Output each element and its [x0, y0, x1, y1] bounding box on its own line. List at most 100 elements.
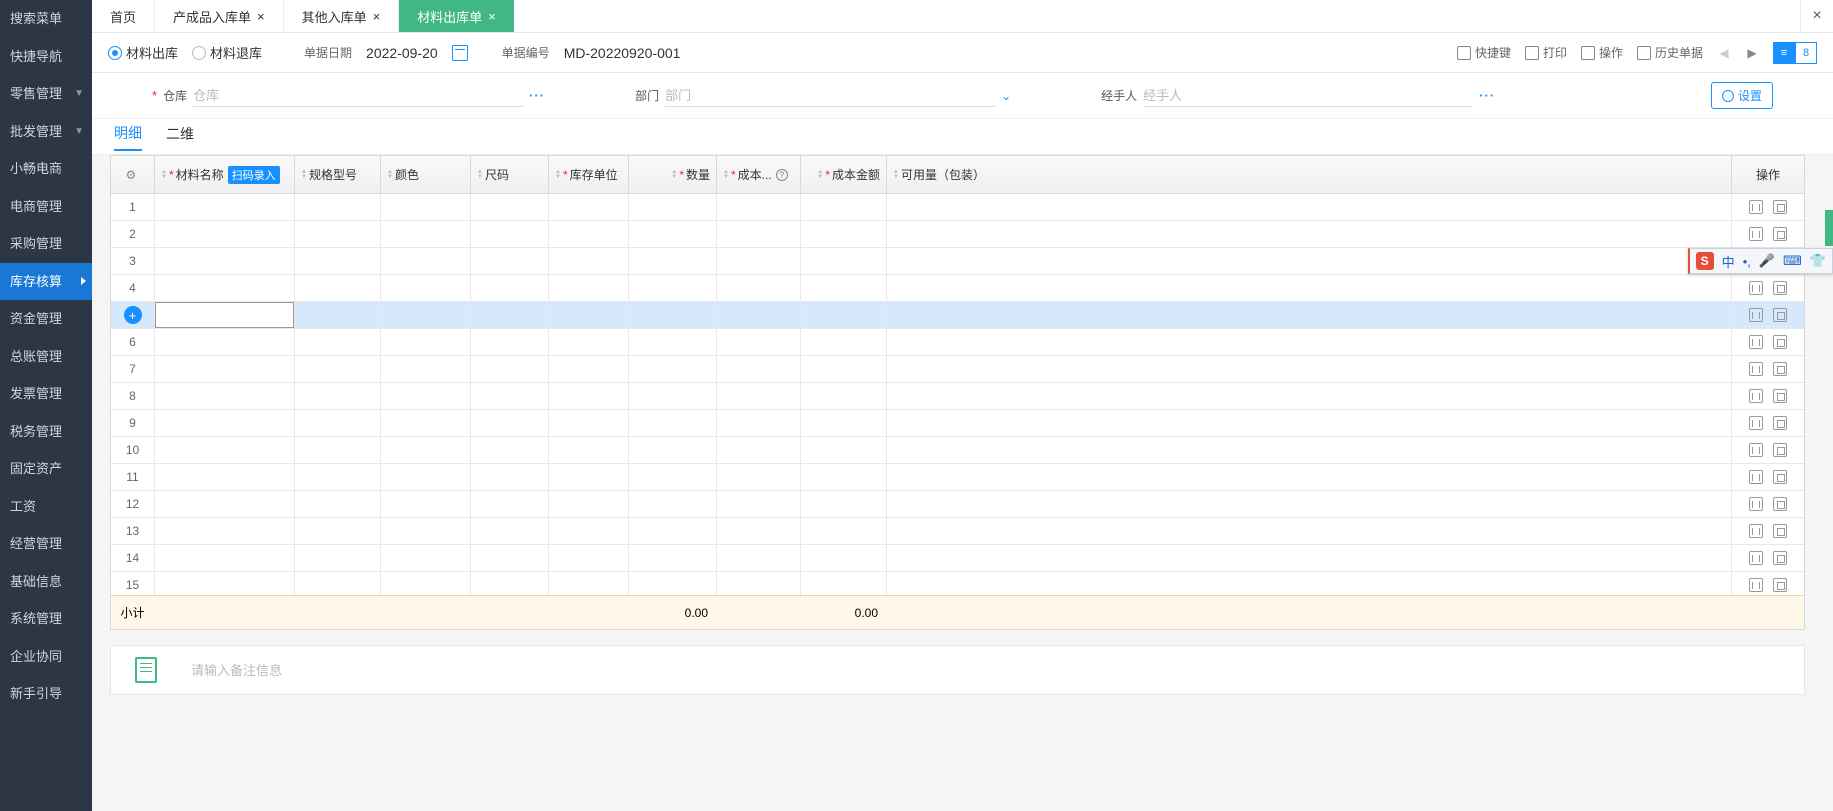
sidebar-item-12[interactable]: 固定资产 [0, 450, 92, 488]
prev-doc-icon[interactable]: ◀ [1717, 46, 1731, 60]
ime-lang[interactable]: 中 [1722, 252, 1735, 271]
sidebar-item-1[interactable]: 快捷导航 [0, 38, 92, 76]
ime-keyboard-icon[interactable]: ⌨ [1783, 253, 1802, 269]
col-available[interactable]: ▲▼可用量（包装） [887, 156, 1732, 193]
table-row[interactable]: 13 [111, 518, 1804, 545]
sidebar-item-7[interactable]: 库存核算 [0, 263, 92, 301]
col-size[interactable]: ▲▼尺码 [471, 156, 549, 193]
col-amount[interactable]: ▲▼*成本金额 [801, 156, 887, 193]
delete-row-icon[interactable] [1749, 497, 1763, 511]
dept-dropdown-icon[interactable]: ⌄ [1001, 89, 1011, 103]
delete-row-icon[interactable] [1749, 281, 1763, 295]
table-row[interactable]: 9 [111, 410, 1804, 437]
calendar-icon[interactable] [452, 45, 468, 61]
sidebar-item-6[interactable]: 采购管理 [0, 225, 92, 263]
table-row[interactable]: 12 [111, 491, 1804, 518]
table-row[interactable]: 11 [111, 464, 1804, 491]
view-count-badge[interactable]: 8 [1795, 42, 1817, 64]
copy-row-icon[interactable] [1773, 281, 1787, 295]
copy-row-icon[interactable] [1773, 524, 1787, 538]
sidebar-item-13[interactable]: 工资 [0, 488, 92, 526]
delete-row-icon[interactable] [1749, 578, 1763, 592]
add-row-icon[interactable] [124, 306, 142, 324]
table-row[interactable]: 6 [111, 329, 1804, 356]
sidebar-item-17[interactable]: 企业协同 [0, 638, 92, 676]
close-icon[interactable]: × [257, 9, 265, 24]
copy-row-icon[interactable] [1773, 551, 1787, 565]
delete-row-icon[interactable] [1749, 470, 1763, 484]
copy-row-icon[interactable] [1773, 443, 1787, 457]
delete-row-icon[interactable] [1749, 362, 1763, 376]
col-unit[interactable]: ▲▼*库存单位 [549, 156, 629, 193]
table-row[interactable]: 2 [111, 221, 1804, 248]
table-row[interactable]: 14 [111, 545, 1804, 572]
delete-row-icon[interactable] [1749, 416, 1763, 430]
table-row[interactable]: 7 [111, 356, 1804, 383]
table-row[interactable]: 3 [111, 248, 1804, 275]
table-row[interactable]: 1 [111, 194, 1804, 221]
copy-row-icon[interactable] [1773, 470, 1787, 484]
sidebar-item-15[interactable]: 基础信息 [0, 563, 92, 601]
radio-material-return[interactable]: 材料退库 [192, 43, 262, 62]
help-icon[interactable]: ? [776, 169, 788, 181]
sidebar-item-11[interactable]: 税务管理 [0, 413, 92, 451]
print-button[interactable]: 打印 [1525, 44, 1567, 61]
sidebar-item-4[interactable]: 小畅电商 [0, 150, 92, 188]
copy-row-icon[interactable] [1773, 200, 1787, 214]
sidebar-item-18[interactable]: 新手引导 [0, 675, 92, 713]
table-row[interactable]: 4 [111, 275, 1804, 302]
copy-row-icon[interactable] [1773, 578, 1787, 592]
view-list-icon[interactable]: ≡ [1773, 42, 1795, 64]
col-color[interactable]: ▲▼颜色 [381, 156, 471, 193]
sidebar-item-14[interactable]: 经营管理 [0, 525, 92, 563]
tab-0[interactable]: 首页 [92, 0, 155, 32]
delete-row-icon[interactable] [1749, 389, 1763, 403]
delete-row-icon[interactable] [1749, 524, 1763, 538]
col-settings[interactable]: ⚙ [111, 156, 155, 193]
handler-input[interactable] [1143, 85, 1473, 107]
ime-punct-icon[interactable]: •, [1743, 254, 1751, 269]
next-doc-icon[interactable]: ▶ [1745, 46, 1759, 60]
tab-1[interactable]: 产成品入库单× [155, 0, 284, 32]
delete-row-icon[interactable] [1749, 227, 1763, 241]
sidebar-item-16[interactable]: 系统管理 [0, 600, 92, 638]
sidebar-item-2[interactable]: 零售管理▼ [0, 75, 92, 113]
close-all-tabs[interactable]: × [1800, 0, 1833, 32]
copy-row-icon[interactable] [1773, 389, 1787, 403]
ime-voice-icon[interactable]: 🎤 [1759, 253, 1775, 269]
warehouse-input[interactable] [193, 85, 523, 107]
handler-lookup-icon[interactable]: ··· [1479, 88, 1495, 103]
copy-row-icon[interactable] [1773, 335, 1787, 349]
settings-button[interactable]: 设置 [1711, 82, 1773, 109]
tab-detail[interactable]: 明细 [114, 123, 142, 151]
close-icon[interactable]: × [488, 9, 496, 24]
copy-row-icon[interactable] [1773, 497, 1787, 511]
close-icon[interactable]: × [373, 9, 381, 24]
sidebar-item-3[interactable]: 批发管理▼ [0, 113, 92, 151]
sidebar-item-0[interactable]: 搜索菜单 [0, 0, 92, 38]
ime-skin-icon[interactable]: 👕 [1810, 253, 1826, 269]
copy-row-icon[interactable] [1773, 416, 1787, 430]
warehouse-lookup-icon[interactable]: ··· [529, 88, 545, 103]
copy-row-icon[interactable] [1773, 308, 1787, 322]
table-row[interactable] [111, 302, 1804, 329]
delete-row-icon[interactable] [1749, 308, 1763, 322]
copy-row-icon[interactable] [1773, 227, 1787, 241]
history-button[interactable]: 历史单据 [1637, 44, 1703, 61]
col-spec[interactable]: ▲▼规格型号 [295, 156, 381, 193]
sidebar-item-5[interactable]: 电商管理 [0, 188, 92, 226]
side-handle[interactable] [1825, 210, 1833, 246]
ime-toolbar[interactable]: S 中 •, 🎤 ⌨ 👕 [1688, 248, 1833, 274]
cell-input-material[interactable] [155, 302, 294, 328]
delete-row-icon[interactable] [1749, 443, 1763, 457]
sidebar-item-9[interactable]: 总账管理 [0, 338, 92, 376]
sidebar-item-10[interactable]: 发票管理 [0, 375, 92, 413]
operate-button[interactable]: 操作 [1581, 44, 1623, 61]
remark-input[interactable] [181, 646, 1804, 694]
copy-row-icon[interactable] [1773, 362, 1787, 376]
shortcut-button[interactable]: 快捷键 [1457, 44, 1511, 61]
table-row[interactable]: 8 [111, 383, 1804, 410]
tab-2[interactable]: 其他入库单× [284, 0, 400, 32]
scan-badge[interactable]: 扫码录入 [228, 166, 280, 184]
delete-row-icon[interactable] [1749, 551, 1763, 565]
